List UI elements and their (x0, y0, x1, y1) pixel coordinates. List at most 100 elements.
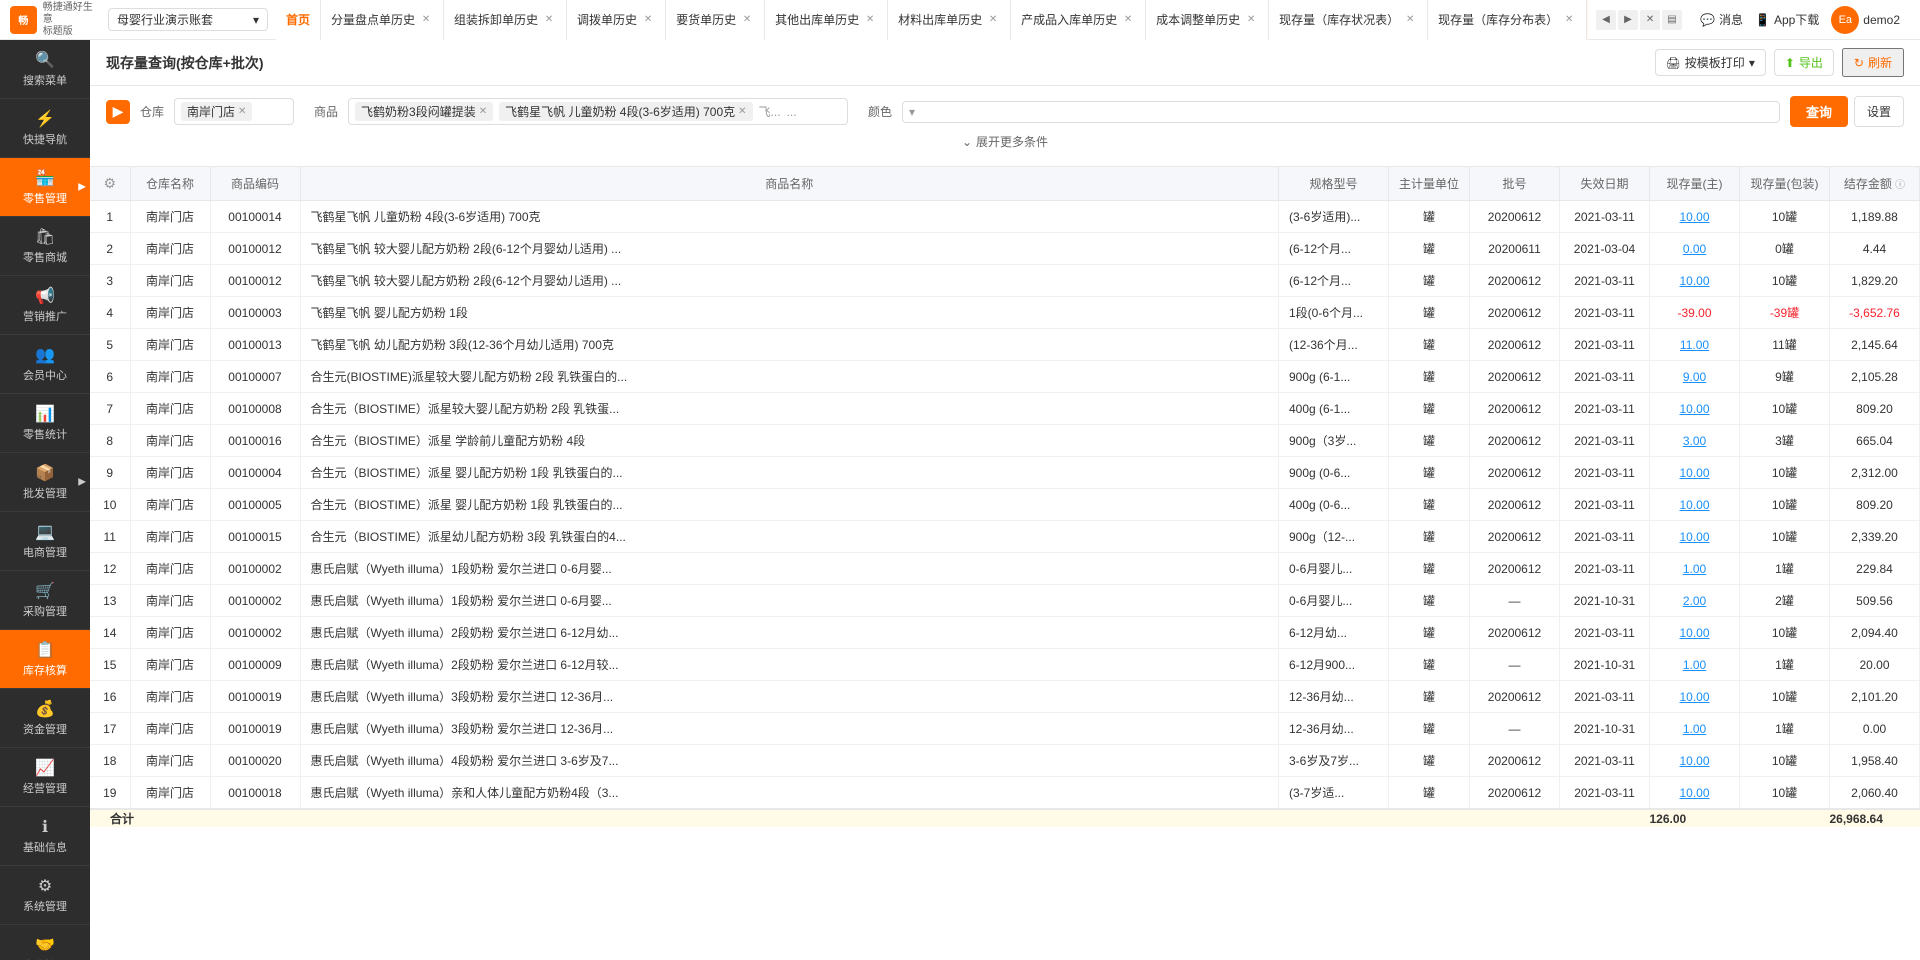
close-icon[interactable]: ✕ (419, 13, 433, 27)
close-icon[interactable]: ✕ (1403, 13, 1417, 27)
more-tabs-button[interactable]: ▤ (1662, 10, 1682, 30)
sidebar-item-retail-mall[interactable]: 🛍 零售商城 (0, 217, 90, 276)
row-qty-main[interactable]: -39.00 (1650, 297, 1740, 329)
sidebar-item-purchase[interactable]: 🛒 采购管理 (0, 571, 90, 630)
refresh-button[interactable]: ↻ 刷新 (1842, 48, 1904, 77)
row-qty-main[interactable]: 10.00 (1650, 745, 1740, 777)
tab-1[interactable]: 分量盘点单历史 ✕ (321, 0, 444, 40)
settings-button[interactable]: 设置 (1854, 96, 1904, 127)
product-more-tag[interactable]: 飞... (759, 103, 781, 120)
sidebar-item-members[interactable]: 👥 会员中心 (0, 335, 90, 394)
product-tag-2: 飞鹤星飞帆 儿童奶粉 4段(3-6岁适用) 700克 ✕ (499, 102, 752, 121)
tab-home[interactable]: 首页 (276, 0, 321, 40)
footer-balance: 26,968.64 (1830, 809, 1920, 827)
color-filter-group[interactable]: ▾ (902, 101, 1780, 123)
close-all-button[interactable]: ✕ (1640, 10, 1660, 30)
product-tag-1-close[interactable]: ✕ (479, 106, 487, 117)
row-expiry: 2021-03-11 (1560, 745, 1650, 777)
sidebar-item-finance[interactable]: 💰 资金管理 (0, 689, 90, 748)
col-settings-icon[interactable]: ⚙ (90, 167, 130, 201)
table-row: 11 南岸门店 00100015 合生元（BIOSTIME）派星幼儿配方奶粉 3… (90, 521, 1920, 553)
tab-7[interactable]: 产成品入库单历史 ✕ (1011, 0, 1146, 40)
tab-8[interactable]: 成本调整单历史 ✕ (1146, 0, 1269, 40)
sidebar-item-collab[interactable]: 🤝 企业协同 (0, 925, 90, 960)
workspace-selector[interactable]: 母婴行业演示账套 ▾ (108, 8, 268, 31)
row-qty-main[interactable]: 10.00 (1650, 265, 1740, 297)
row-warehouse: 南岸门店 (130, 489, 210, 521)
message-button[interactable]: 💬 消息 (1700, 11, 1743, 28)
product-filter-group[interactable]: 飞鹤奶粉3段闷罐提装 ✕ 飞鹤星飞帆 儿童奶粉 4段(3-6岁适用) 700克 … (348, 98, 848, 125)
row-expiry: 2021-03-11 (1560, 521, 1650, 553)
tab-4[interactable]: 要货单历史 ✕ (666, 0, 765, 40)
row-code: 00100004 (210, 457, 300, 489)
row-qty-main[interactable]: 11.00 (1650, 329, 1740, 361)
search-button[interactable]: 查询 (1790, 96, 1848, 127)
inventory-table-container[interactable]: ⚙ 仓库名称 商品编码 商品名称 规格型号 主计量单位 批号 失效日期 现存量(… (90, 167, 1920, 960)
product-tag-2-close[interactable]: ✕ (738, 106, 746, 117)
row-qty-main[interactable]: 10.00 (1650, 777, 1740, 810)
sidebar-item-basic-info[interactable]: ℹ 基础信息 (0, 807, 90, 866)
next-tab-button[interactable]: ▶ (1618, 10, 1638, 30)
row-qty-main[interactable]: 0.00 (1650, 233, 1740, 265)
row-name: 惠氏启赋（Wyeth illuma）3段奶粉 爱尔兰进口 12-36月... (300, 681, 1278, 713)
row-qty-main[interactable]: 3.00 (1650, 425, 1740, 457)
table-settings-icon[interactable]: ⚙ (103, 175, 116, 191)
color-filter-label: 颜色 (868, 103, 892, 120)
row-warehouse: 南岸门店 (130, 297, 210, 329)
tab-11[interactable]: 库存批次账 ✕ (1587, 0, 1588, 40)
close-icon[interactable]: ✕ (641, 13, 655, 27)
row-qty-main[interactable]: 10.00 (1650, 681, 1740, 713)
prev-tab-button[interactable]: ◀ (1596, 10, 1616, 30)
sidebar-item-retail-stats[interactable]: 📊 零售统计 (0, 394, 90, 453)
tab-6[interactable]: 材料出库单历史 ✕ (888, 0, 1011, 40)
sidebar-item-marketing[interactable]: 📢 营销推广 (0, 276, 90, 335)
row-name: 惠氏启赋（Wyeth illuma）3段奶粉 爱尔兰进口 12-36月... (300, 713, 1278, 745)
sidebar-item-search[interactable]: 🔍 搜索菜单 (0, 40, 90, 99)
sidebar-item-system[interactable]: ⚙ 系统管理 (0, 866, 90, 925)
export-button[interactable]: ⬆ 导出 (1774, 49, 1834, 76)
sidebar-item-wholesale[interactable]: 📦 批发管理 ▶ (0, 453, 90, 512)
row-spec: 900g (0-6... (1278, 457, 1388, 489)
tab-10[interactable]: 现存量（库存分布表） ✕ (1428, 0, 1587, 40)
sidebar-item-ecommerce[interactable]: 💻 电商管理 (0, 512, 90, 571)
user-menu[interactable]: Ea demo2 (1831, 6, 1900, 34)
warehouse-tag-close[interactable]: ✕ (238, 106, 246, 117)
row-expiry: 2021-10-31 (1560, 649, 1650, 681)
close-icon[interactable]: ✕ (1121, 13, 1135, 27)
row-qty-main[interactable]: 1.00 (1650, 553, 1740, 585)
row-qty-main[interactable]: 10.00 (1650, 617, 1740, 649)
col-balance: 结存金额 ⓘ (1830, 167, 1920, 201)
tab-9[interactable]: 现存量（库存状况表） ✕ (1269, 0, 1428, 40)
row-index: 9 (90, 457, 130, 489)
row-qty-main[interactable]: 1.00 (1650, 649, 1740, 681)
close-icon[interactable]: ✕ (863, 13, 877, 27)
tab-3[interactable]: 调拨单历史 ✕ (567, 0, 666, 40)
close-icon[interactable]: ✕ (1244, 13, 1258, 27)
sidebar-item-inventory[interactable]: 📋 库存核算 (0, 630, 90, 689)
template-print-button[interactable]: 🖨 按模板打印 ▾ (1655, 49, 1766, 76)
row-warehouse: 南岸门店 (130, 393, 210, 425)
row-qty-main[interactable]: 1.00 (1650, 713, 1740, 745)
expand-more-button[interactable]: ⌄ 展开更多条件 (106, 127, 1904, 156)
sidebar-item-retail-mgmt[interactable]: 🏪 零售管理 ▶ (0, 158, 90, 217)
warehouse-filter-group[interactable]: 南岸门店 ✕ (174, 98, 294, 125)
table-row: 15 南岸门店 00100009 惠氏启赋（Wyeth illuma）2段奶粉 … (90, 649, 1920, 681)
sidebar-item-quicknav[interactable]: ⚡ 快捷导航 (0, 99, 90, 158)
sidebar-item-operations[interactable]: 📈 经营管理 (0, 748, 90, 807)
close-icon[interactable]: ✕ (1562, 13, 1576, 27)
close-icon[interactable]: ✕ (542, 13, 556, 27)
row-qty-main[interactable]: 10.00 (1650, 393, 1740, 425)
row-qty-main[interactable]: 10.00 (1650, 201, 1740, 233)
row-qty-main[interactable]: 9.00 (1650, 361, 1740, 393)
tab-5[interactable]: 其他出库单历史 ✕ (765, 0, 888, 40)
tab-2[interactable]: 组装拆卸单历史 ✕ (444, 0, 567, 40)
row-qty-main[interactable]: 10.00 (1650, 521, 1740, 553)
row-qty-main[interactable]: 10.00 (1650, 457, 1740, 489)
row-qty-main[interactable]: 2.00 (1650, 585, 1740, 617)
close-icon[interactable]: ✕ (740, 13, 754, 27)
filter-toggle-button[interactable]: ▶ (106, 100, 130, 124)
close-icon[interactable]: ✕ (986, 13, 1000, 27)
row-qty-main[interactable]: 10.00 (1650, 489, 1740, 521)
app-download-button[interactable]: 📱 App下载 (1755, 11, 1819, 28)
row-expiry: 2021-03-11 (1560, 329, 1650, 361)
